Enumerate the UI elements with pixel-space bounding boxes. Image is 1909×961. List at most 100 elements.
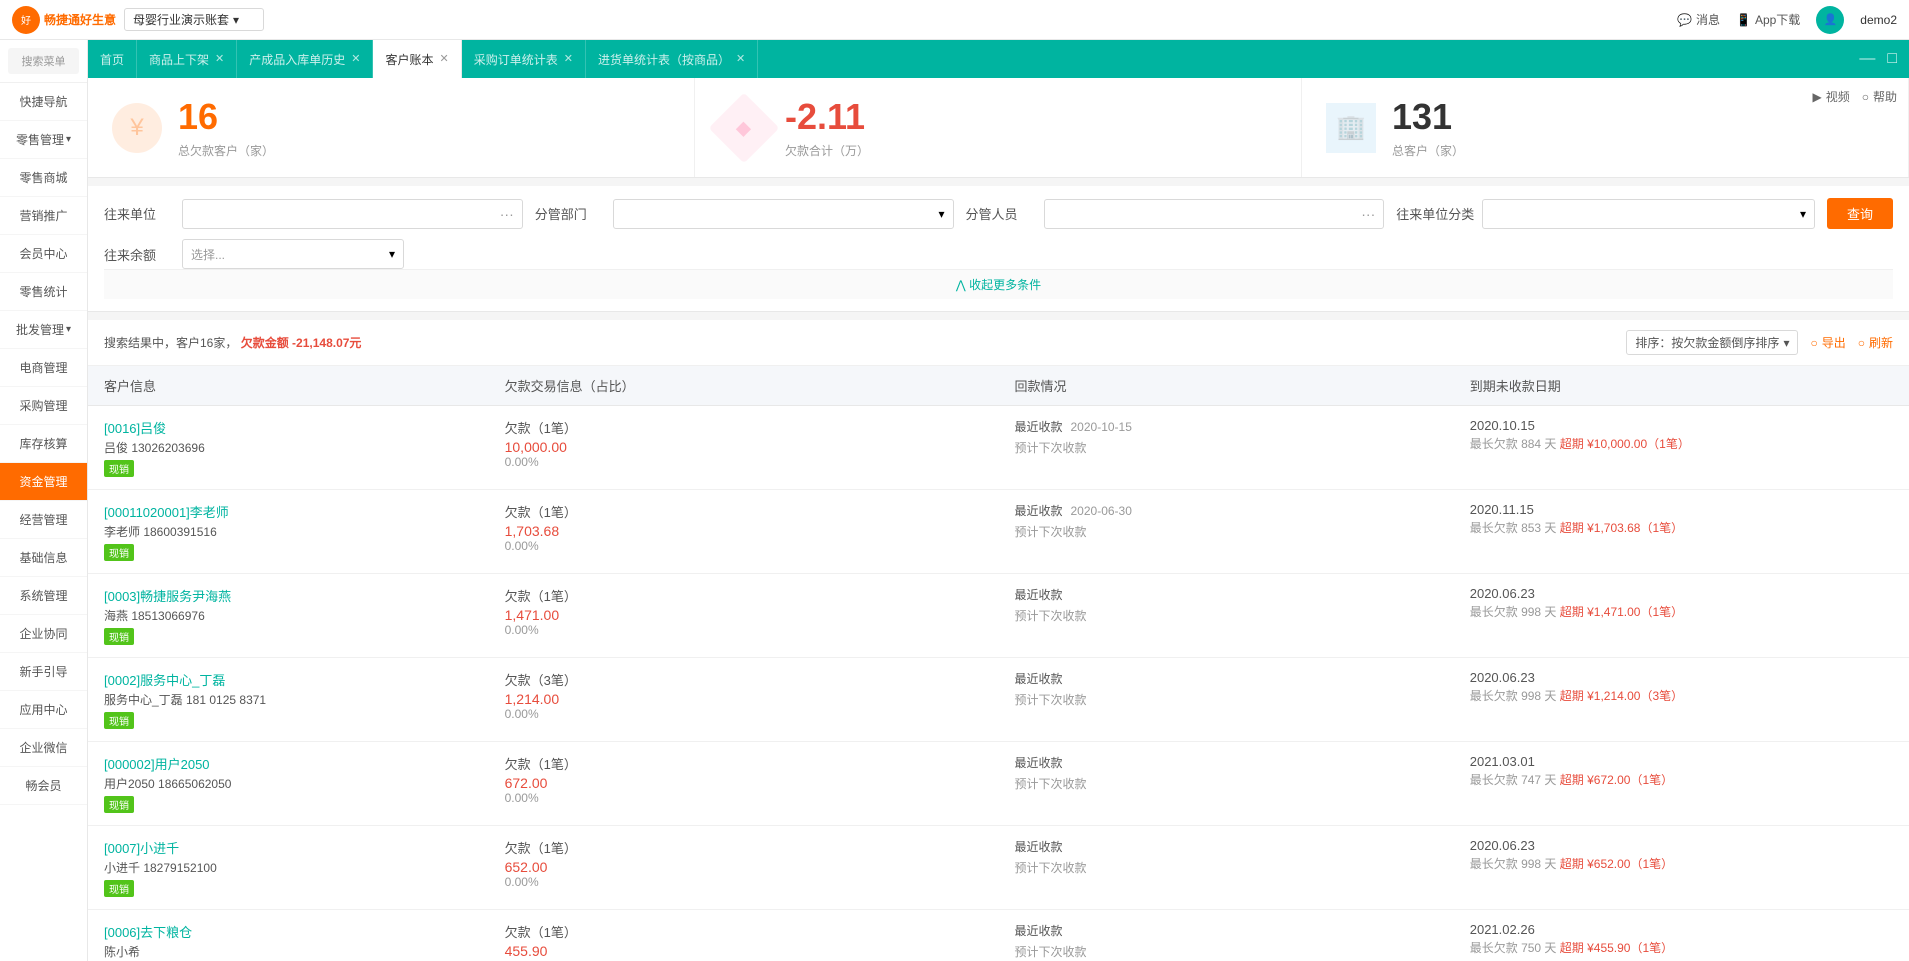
sidebar-item-inventory[interactable]: 库存核算: [0, 425, 87, 463]
tab-close-customer-account[interactable]: ✕: [440, 54, 449, 65]
customer-id-link-1[interactable]: [00011020001]李老师: [104, 502, 473, 521]
tab-purchase-order[interactable]: 采购订单统计表✕: [462, 40, 586, 78]
filter-person-input[interactable]: ···: [1044, 199, 1385, 229]
tab-product-off[interactable]: 商品上下架✕: [137, 40, 237, 78]
tab-close-import-stat[interactable]: ✕: [736, 54, 745, 65]
filter-balance-select[interactable]: 选择... ▾: [182, 239, 404, 269]
debt-amount-5[interactable]: 652.00: [505, 859, 983, 875]
recovery-next-4: 预计下次收款: [1014, 775, 1437, 792]
sidebar-item-marketing[interactable]: 营销推广: [0, 197, 87, 235]
filter-dept-select[interactable]: ▾: [613, 199, 954, 229]
customer-id-link-2[interactable]: [0003]畅捷服务尹海燕: [104, 586, 473, 605]
search-button[interactable]: 查询: [1827, 198, 1893, 229]
tab-close-product-history[interactable]: ✕: [351, 54, 360, 65]
sidebar-item-operation[interactable]: 经营管理: [0, 501, 87, 539]
sidebar-item-member-center[interactable]: 会员中心: [0, 235, 87, 273]
tab-minimize-button[interactable]: —: [1855, 48, 1879, 70]
collapse-bar[interactable]: ⋀ 收起更多条件: [104, 269, 1893, 299]
sidebar-item-retail-mall[interactable]: 零售商城: [0, 159, 87, 197]
col-recovery: 回款情况: [998, 366, 1453, 406]
overdue-link-2[interactable]: 超期 ¥1,471.00（1笔）: [1560, 605, 1683, 619]
filter-dept: 分管部门 ▾: [535, 199, 954, 229]
customer-tag-1: 现销: [104, 544, 134, 561]
customer-id-link-6[interactable]: [0006]去下粮仓: [104, 922, 473, 941]
app-download-button[interactable]: 📱 App下载: [1736, 11, 1800, 28]
customer-id-link-0[interactable]: [0016]吕俊: [104, 418, 473, 437]
sidebar-item-enterprise-coop[interactable]: 企业协同: [0, 615, 87, 653]
sidebar-quick-nav[interactable]: 快捷导航: [0, 83, 87, 121]
overdue-amount-label: 欠款合计（万）: [785, 142, 869, 159]
sidebar-search-button[interactable]: 搜索菜单: [8, 48, 79, 74]
table-row: [0002]服务中心_丁磊 服务中心_丁磊 181 0125 8371 现销 欠…: [88, 658, 1909, 742]
sidebar: 搜索菜单 快捷导航零售管理▾零售商城营销推广会员中心零售统计批发管理▾电商管理采…: [0, 40, 88, 961]
recovery-date-1: 2020-06-30: [1071, 504, 1132, 518]
help-button[interactable]: ○ 帮助: [1862, 88, 1897, 105]
stat-overdue-amount: ◆ -2.11 欠款合计（万）: [695, 78, 1302, 177]
refresh-button[interactable]: ○ 刷新: [1858, 334, 1893, 351]
sort-select[interactable]: 排序：按欠款金额倒序排序 ▾: [1626, 330, 1798, 355]
overdue-link-5[interactable]: 超期 ¥652.00（1笔）: [1560, 857, 1673, 871]
tab-import-stat[interactable]: 进货单统计表（按商品）✕: [586, 40, 758, 78]
chevron-down-icon: ▾: [938, 207, 944, 221]
overdue-link-4[interactable]: 超期 ¥672.00（1笔）: [1560, 773, 1673, 787]
recovery-next-5: 预计下次收款: [1014, 859, 1437, 876]
sidebar-item-retail-stats[interactable]: 零售统计: [0, 273, 87, 311]
sidebar-item-enterprise-wx[interactable]: 企业微信: [0, 729, 87, 767]
sidebar-item-finance[interactable]: 资金管理: [0, 463, 87, 501]
video-button[interactable]: ▶ 视频: [1812, 88, 1849, 105]
filter-unit-input[interactable]: ···: [182, 199, 523, 229]
sidebar-item-system[interactable]: 系统管理: [0, 577, 87, 615]
msg-button[interactable]: 💬 消息: [1677, 11, 1720, 28]
sidebar-item-base-info[interactable]: 基础信息: [0, 539, 87, 577]
customer-id-link-5[interactable]: [0007]小进千: [104, 838, 473, 857]
sidebar-item-label-finance: 资金管理: [19, 475, 67, 489]
sidebar-item-label-purchase: 采购管理: [19, 399, 67, 413]
debt-amount-6[interactable]: 455.90: [505, 943, 983, 959]
debt-amount-3[interactable]: 1,214.00: [505, 691, 983, 707]
debt-amount-2[interactable]: 1,471.00: [505, 607, 983, 623]
customer-id-link-3[interactable]: [0002]服务中心_丁磊: [104, 670, 473, 689]
sidebar-item-vip[interactable]: 畅会员: [0, 767, 87, 805]
tab-maximize-button[interactable]: □: [1883, 48, 1901, 70]
tab-close-purchase-order[interactable]: ✕: [564, 54, 573, 65]
overdue-link-6[interactable]: 超期 ¥455.90（1笔）: [1560, 941, 1673, 955]
tab-customer-account[interactable]: 客户账本✕: [373, 40, 461, 78]
cell-due-5: 2020.06.23 最长欠款 998 天 超期 ¥652.00（1笔）: [1454, 826, 1909, 910]
filter-category-select[interactable]: ▾: [1482, 199, 1815, 229]
sidebar-item-app-center[interactable]: 应用中心: [0, 691, 87, 729]
sidebar-item-batch-mgmt[interactable]: 批发管理▾: [0, 311, 87, 349]
top-header: 好 畅捷通好生意 母婴行业演示账套 ▾ 💬 消息 📱 App下载 👤 demo2: [0, 0, 1909, 40]
cell-debt-3: 欠款（3笔） 1,214.00 0.00%: [489, 658, 999, 742]
overdue-link-1[interactable]: 超期 ¥1,703.68（1笔）: [1560, 521, 1683, 535]
table-row: [0016]吕俊 吕俊 13026203696 现销 欠款（1笔） 10,000…: [88, 406, 1909, 490]
overdue-link-3[interactable]: 超期 ¥1,214.00（3笔）: [1560, 689, 1683, 703]
sidebar-item-retail-mgmt[interactable]: 零售管理▾: [0, 121, 87, 159]
sidebar-item-newbie[interactable]: 新手引导: [0, 653, 87, 691]
export-button[interactable]: ○ 导出: [1810, 334, 1845, 351]
sub-arrow-icon: ▾: [66, 324, 71, 335]
sidebar-item-purchase[interactable]: 采购管理: [0, 387, 87, 425]
sidebar-item-ecommerce[interactable]: 电商管理: [0, 349, 87, 387]
recovery-row-1: 最近收款 2020-06-30: [1014, 502, 1437, 519]
store-name: 母婴行业演示账套: [133, 11, 229, 28]
total-customers-label: 总客户（家）: [1392, 142, 1464, 159]
customer-id-link-4[interactable]: [000002]用户2050: [104, 754, 473, 773]
overdue-customers-label: 总欠款客户（家）: [178, 142, 274, 159]
tab-close-product-off[interactable]: ✕: [215, 54, 224, 65]
yuan-icon: ¥: [112, 103, 162, 153]
export-icon: ○: [1810, 336, 1817, 350]
filter-balance: 往来余额 选择... ▾: [104, 239, 404, 269]
sidebar-item-label-member-center: 会员中心: [19, 247, 67, 261]
debt-amount-0[interactable]: 10,000.00: [505, 439, 983, 455]
recovery-label-3: 最近收款: [1014, 670, 1062, 687]
username[interactable]: demo2: [1860, 13, 1897, 27]
filter-dept-label: 分管部门: [535, 204, 605, 223]
store-selector[interactable]: 母婴行业演示账套 ▾: [124, 8, 264, 31]
debt-percent-1: 0.00%: [505, 539, 983, 553]
debt-amount-1[interactable]: 1,703.68: [505, 523, 983, 539]
tab-product-history[interactable]: 产成品入库单历史✕: [237, 40, 373, 78]
debt-amount-4[interactable]: 672.00: [505, 775, 983, 791]
overdue-link-0[interactable]: 超期 ¥10,000.00（1笔）: [1560, 437, 1690, 451]
tab-home[interactable]: 首页: [88, 40, 137, 78]
cell-recovery-0: 最近收款 2020-10-15 预计下次收款: [998, 406, 1453, 490]
